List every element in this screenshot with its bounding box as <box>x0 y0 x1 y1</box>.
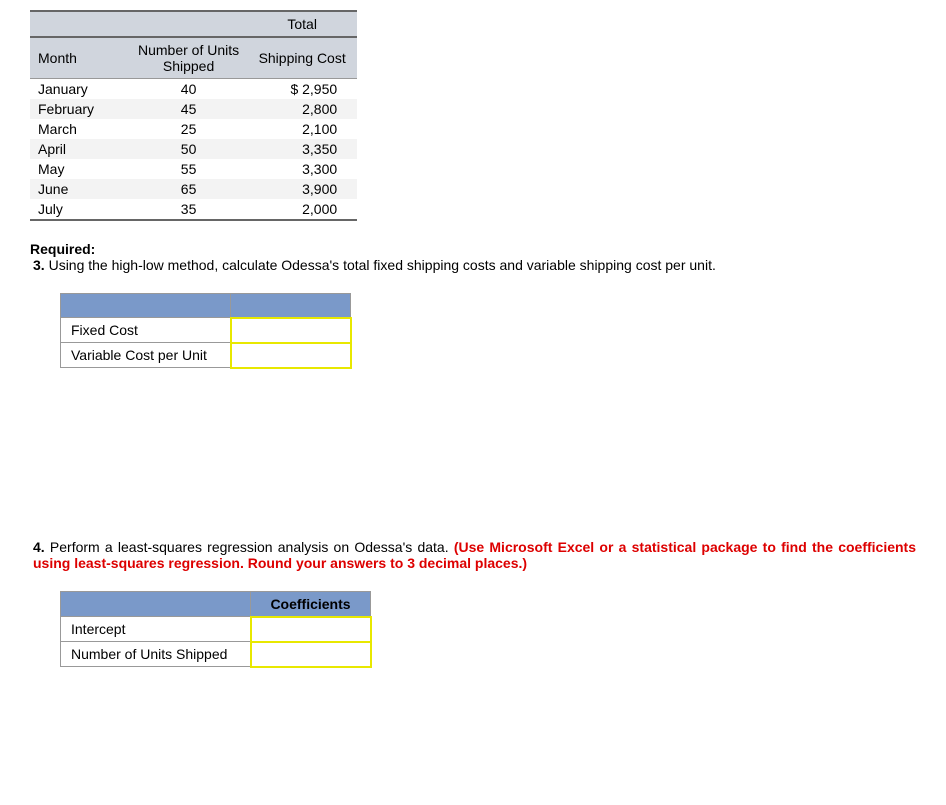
cost-cell: 3,350 <box>247 139 357 159</box>
units-shipped-label: Number of Units Shipped <box>61 642 251 667</box>
units-cell: 45 <box>130 99 247 119</box>
table-row: March 25 2,100 <box>30 119 357 139</box>
empty-header <box>130 11 247 37</box>
cost-top-header: Total <box>247 11 357 37</box>
month-cell: July <box>30 199 130 220</box>
month-cell: June <box>30 179 130 199</box>
shipping-data-table: Total Month Number of UnitsShipped Shipp… <box>30 10 357 221</box>
question-3-num: 3. <box>33 257 45 273</box>
intercept-label: Intercept <box>61 617 251 642</box>
table-row: January 40 $ 2,950 <box>30 79 357 100</box>
blue-header-cell <box>231 294 351 318</box>
cost-cell: 3,300 <box>247 159 357 179</box>
question-4-num: 4. <box>33 539 45 555</box>
units-cell: 35 <box>130 199 247 220</box>
question-3-body: Using the high-low method, calculate Ode… <box>49 257 716 273</box>
units-cell: 50 <box>130 139 247 159</box>
table-row: June 65 3,900 <box>30 179 357 199</box>
month-cell: January <box>30 79 130 100</box>
units-cell: 25 <box>130 119 247 139</box>
cost-cell: 2,100 <box>247 119 357 139</box>
answer-row: Intercept <box>61 617 371 642</box>
month-header: Month <box>30 37 130 79</box>
units-cell: 40 <box>130 79 247 100</box>
fixed-cost-label: Fixed Cost <box>61 318 231 343</box>
answer-table-q3: Fixed Cost Variable Cost per Unit <box>60 293 352 369</box>
variable-cost-input[interactable] <box>231 343 351 368</box>
answer-row: Fixed Cost <box>61 318 351 343</box>
table-row: April 50 3,350 <box>30 139 357 159</box>
question-4-text: 4. Perform a least-squares regression an… <box>30 539 916 571</box>
table-row: May 55 3,300 <box>30 159 357 179</box>
answer-table-q4: Coefficients Intercept Number of Units S… <box>60 591 372 668</box>
empty-header <box>30 11 130 37</box>
table-row: February 45 2,800 <box>30 99 357 119</box>
cost-cell: 2,000 <box>247 199 357 220</box>
question-3-text: 3. Using the high-low method, calculate … <box>30 257 916 273</box>
answer-row: Number of Units Shipped <box>61 642 371 667</box>
question-4-body-plain: Perform a least-squares regression analy… <box>50 539 454 555</box>
cost-cell: 3,900 <box>247 179 357 199</box>
month-cell: May <box>30 159 130 179</box>
blue-header-cell <box>61 591 251 617</box>
blue-header-cell <box>61 294 231 318</box>
answer-row: Variable Cost per Unit <box>61 343 351 368</box>
fixed-cost-input[interactable] <box>231 318 351 343</box>
month-cell: March <box>30 119 130 139</box>
intercept-input[interactable] <box>251 617 371 642</box>
cost-header: Shipping Cost <box>247 37 357 79</box>
units-header: Number of UnitsShipped <box>130 37 247 79</box>
table-row: July 35 2,000 <box>30 199 357 220</box>
variable-cost-label: Variable Cost per Unit <box>61 343 231 368</box>
units-cell: 65 <box>130 179 247 199</box>
coefficients-header: Coefficients <box>251 591 371 617</box>
table-body: January 40 $ 2,950 February 45 2,800 Mar… <box>30 79 357 221</box>
units-cell: 55 <box>130 159 247 179</box>
month-cell: February <box>30 99 130 119</box>
month-cell: April <box>30 139 130 159</box>
required-heading: Required: <box>30 241 916 257</box>
cost-cell: 2,800 <box>247 99 357 119</box>
units-shipped-input[interactable] <box>251 642 371 667</box>
cost-cell: $ 2,950 <box>247 79 357 100</box>
